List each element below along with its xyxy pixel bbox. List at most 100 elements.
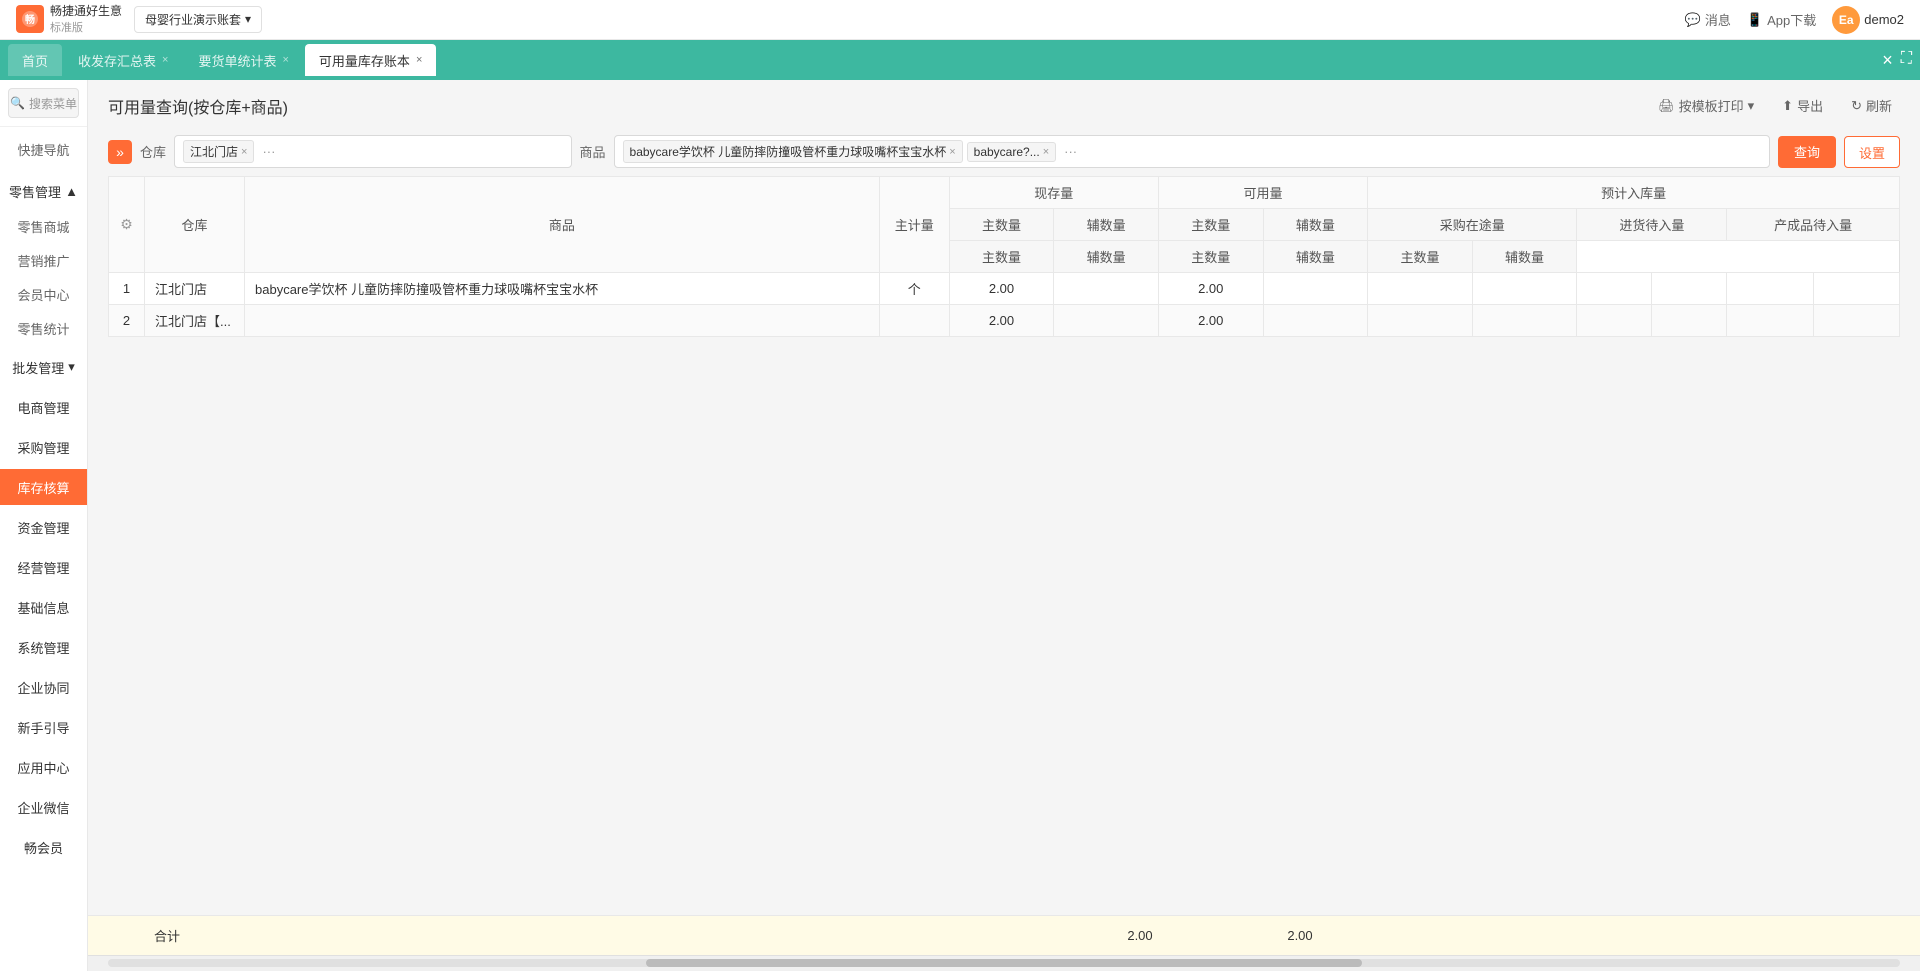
sidebar-item-marketing[interactable]: 营销推广 — [0, 243, 87, 277]
tab-yaohuo[interactable]: 要货单统计表 × — [184, 44, 302, 76]
scroll-thumb[interactable] — [646, 959, 1363, 967]
logo-text-area: 畅捷通好生意 标准版 — [50, 4, 122, 34]
sidebar-item-retail-mall[interactable]: 零售商城 — [0, 209, 87, 243]
warehouse-tag-text: 江北门店 — [190, 143, 238, 160]
summary-label: 合计 — [144, 926, 244, 945]
table-container: ⚙ 仓库 商品 主计量 现存量 可用量 预计入库量 主数量 辅数量 主数量 辅数… — [88, 176, 1920, 915]
sidebar-vip-label: 畅会员 — [24, 838, 63, 857]
sidebar-basic-header[interactable]: 基础信息 — [0, 589, 87, 625]
warehouse-tag-close[interactable]: × — [241, 146, 247, 158]
app-download-label: App下载 — [1767, 10, 1816, 29]
sidebar-ops-label: 经营管理 — [17, 558, 69, 577]
print-btn[interactable]: 🖨 按模板打印 ▾ — [1650, 92, 1762, 119]
query-button[interactable]: 查询 — [1778, 136, 1836, 168]
sidebar-enterprise-header[interactable]: 企业协同 — [0, 669, 87, 705]
sidebar-batch-header[interactable]: 批发管理 ▾ — [0, 349, 87, 385]
message-label: 消息 — [1705, 10, 1731, 29]
scroll-track — [108, 959, 1900, 967]
row2-available-main: 2.00 — [1158, 305, 1263, 337]
sidebar-ops-header[interactable]: 经营管理 — [0, 549, 87, 585]
tab-keyong[interactable]: 可用量库存账本 × — [305, 44, 436, 76]
username: demo2 — [1864, 12, 1904, 27]
logo-icon: 畅 — [16, 5, 44, 33]
refresh-btn[interactable]: ↻ 刷新 — [1843, 92, 1900, 119]
data-table: ⚙ 仓库 商品 主计量 现存量 可用量 预计入库量 主数量 辅数量 主数量 辅数… — [108, 176, 1900, 337]
sidebar-newguide-header[interactable]: 新手引导 — [0, 709, 87, 745]
sidebar-section-batch: 批发管理 ▾ — [0, 347, 87, 387]
settings-gear-icon[interactable]: ⚙ — [120, 216, 133, 232]
sidebar-enterprise-wechat-label: 企业微信 — [17, 798, 69, 817]
sidebar-retail-header[interactable]: 零售管理 ▲ — [0, 173, 87, 209]
search-menu-btn[interactable]: 🔍 搜索菜单 — [8, 88, 79, 118]
sidebar-inventory-header[interactable]: 库存核算 — [0, 469, 87, 505]
row-seq: 1 — [109, 273, 145, 305]
product-input-area[interactable]: babycare学饮杯 儿童防摔防撞吸管杯重力球吸嘴杯宝宝水杯 × babyca… — [614, 135, 1770, 168]
content-area: 可用量查询(按仓库+商品) 🖨 按模板打印 ▾ ⬆ 导出 ↻ 刷新 — [88, 80, 1920, 971]
sidebar-section-inventory: 库存核算 — [0, 467, 87, 507]
fullscreen-icon[interactable]: ⛶ — [1901, 50, 1912, 71]
tab-home[interactable]: 首页 — [8, 44, 62, 76]
warehouse-input-area[interactable]: 江北门店 × ··· — [174, 135, 571, 168]
col-warehouse-header: 仓库 — [145, 177, 245, 273]
summary-product-aux — [1820, 926, 1900, 945]
row2-product-main — [1727, 305, 1813, 337]
sidebar-item-quick-nav[interactable]: 快捷导航 — [0, 131, 87, 167]
summary-table: 合计 2.00 2.00 — [108, 926, 1900, 945]
avatar: Ea — [1832, 6, 1860, 34]
tab-yaohuo-close[interactable]: × — [282, 54, 288, 66]
sidebar-enterprise-wechat-header[interactable]: 企业微信 — [0, 789, 87, 825]
warehouse-dots[interactable]: ··· — [258, 144, 279, 159]
tab-shoufacun[interactable]: 收发存汇总表 × — [64, 44, 182, 76]
sidebar-retail-label: 零售管理 — [9, 182, 61, 201]
export-btn[interactable]: ⬆ 导出 — [1774, 92, 1831, 119]
tab-keyong-close[interactable]: × — [416, 54, 422, 66]
sidebar-purchase-label: 采购管理 — [17, 438, 69, 457]
tab-shoufacun-close[interactable]: × — [162, 54, 168, 66]
stock-aux-header: 辅数量 — [1054, 209, 1159, 241]
summary-empty-3 — [1030, 926, 1100, 945]
sidebar-item-retail-stats[interactable]: 零售统计 — [0, 311, 87, 345]
sidebar-newguide-label: 新手引导 — [17, 718, 69, 737]
sidebar-item-member[interactable]: 会员中心 — [0, 277, 87, 311]
row2-stock-aux — [1054, 305, 1159, 337]
nav-right-icons: × ⛶ — [1882, 50, 1912, 71]
refresh-label: 刷新 — [1866, 96, 1892, 115]
filter-bar: » 仓库 江北门店 × ··· 商品 babycare学饮杯 儿童防摔防撞吸管杯… — [88, 127, 1920, 176]
app-download-btn[interactable]: 📱 App下载 — [1747, 10, 1816, 29]
sidebar-section-enterprise: 企业协同 — [0, 667, 87, 707]
sidebar-vip-header[interactable]: 畅会员 — [0, 829, 87, 865]
summary-stock-main: 2.00 — [1100, 926, 1180, 945]
warehouse-filter-label: 仓库 — [140, 142, 166, 161]
home-label: 首页 — [22, 51, 48, 70]
sidebar-finance-header[interactable]: 资金管理 — [0, 509, 87, 545]
phone-icon: 📱 — [1747, 12, 1763, 28]
message-btn[interactable]: 💬 消息 — [1685, 10, 1731, 29]
sidebar-system-header[interactable]: 系统管理 — [0, 629, 87, 665]
sidebar-appcenter-header[interactable]: 应用中心 — [0, 749, 87, 785]
product-tag-1-text: babycare?... — [974, 145, 1040, 159]
summary-empty-2 — [244, 926, 1030, 945]
svg-text:畅: 畅 — [25, 13, 35, 26]
industry-selector[interactable]: 母婴行业演示账套 ▾ — [134, 6, 262, 33]
table-body: 1 江北门店 babycare学饮杯 儿童防摔防撞吸管杯重力球吸嘴杯宝宝水杯 个… — [109, 273, 1900, 337]
sidebar-section-purchase: 采购管理 — [0, 427, 87, 467]
table-header-row-1: ⚙ 仓库 商品 主计量 现存量 可用量 预计入库量 — [109, 177, 1900, 209]
filter-expand-btn[interactable]: » — [108, 140, 132, 164]
row-warehouse: 江北门店 — [145, 273, 245, 305]
warehouse-tag-0: 江北门店 × — [183, 140, 254, 163]
user-area[interactable]: Ea demo2 — [1832, 6, 1904, 34]
sidebar-purchase-header[interactable]: 采购管理 — [0, 429, 87, 465]
sidebar-ecom-header[interactable]: 电商管理 — [0, 389, 87, 425]
sidebar-section-system: 系统管理 — [0, 627, 87, 667]
topbar-left: 畅 畅捷通好生意 标准版 母婴行业演示账套 ▾ — [16, 4, 262, 34]
product-tag-1-close[interactable]: × — [1043, 146, 1049, 158]
nav-tabs: 首页 收发存汇总表 × 要货单统计表 × 可用量库存账本 × × ⛶ — [0, 40, 1920, 80]
row-purchase-aux — [1472, 273, 1577, 305]
col-stock-header: 现存量 — [949, 177, 1158, 209]
product-tag-0-close[interactable]: × — [949, 146, 955, 158]
product-dots[interactable]: ··· — [1060, 144, 1081, 159]
tab-shoufacun-label: 收发存汇总表 — [78, 51, 156, 70]
close-all-icon[interactable]: × — [1882, 50, 1893, 71]
sidebar-finance-label: 资金管理 — [17, 518, 69, 537]
settings-button[interactable]: 设置 — [1844, 136, 1900, 168]
